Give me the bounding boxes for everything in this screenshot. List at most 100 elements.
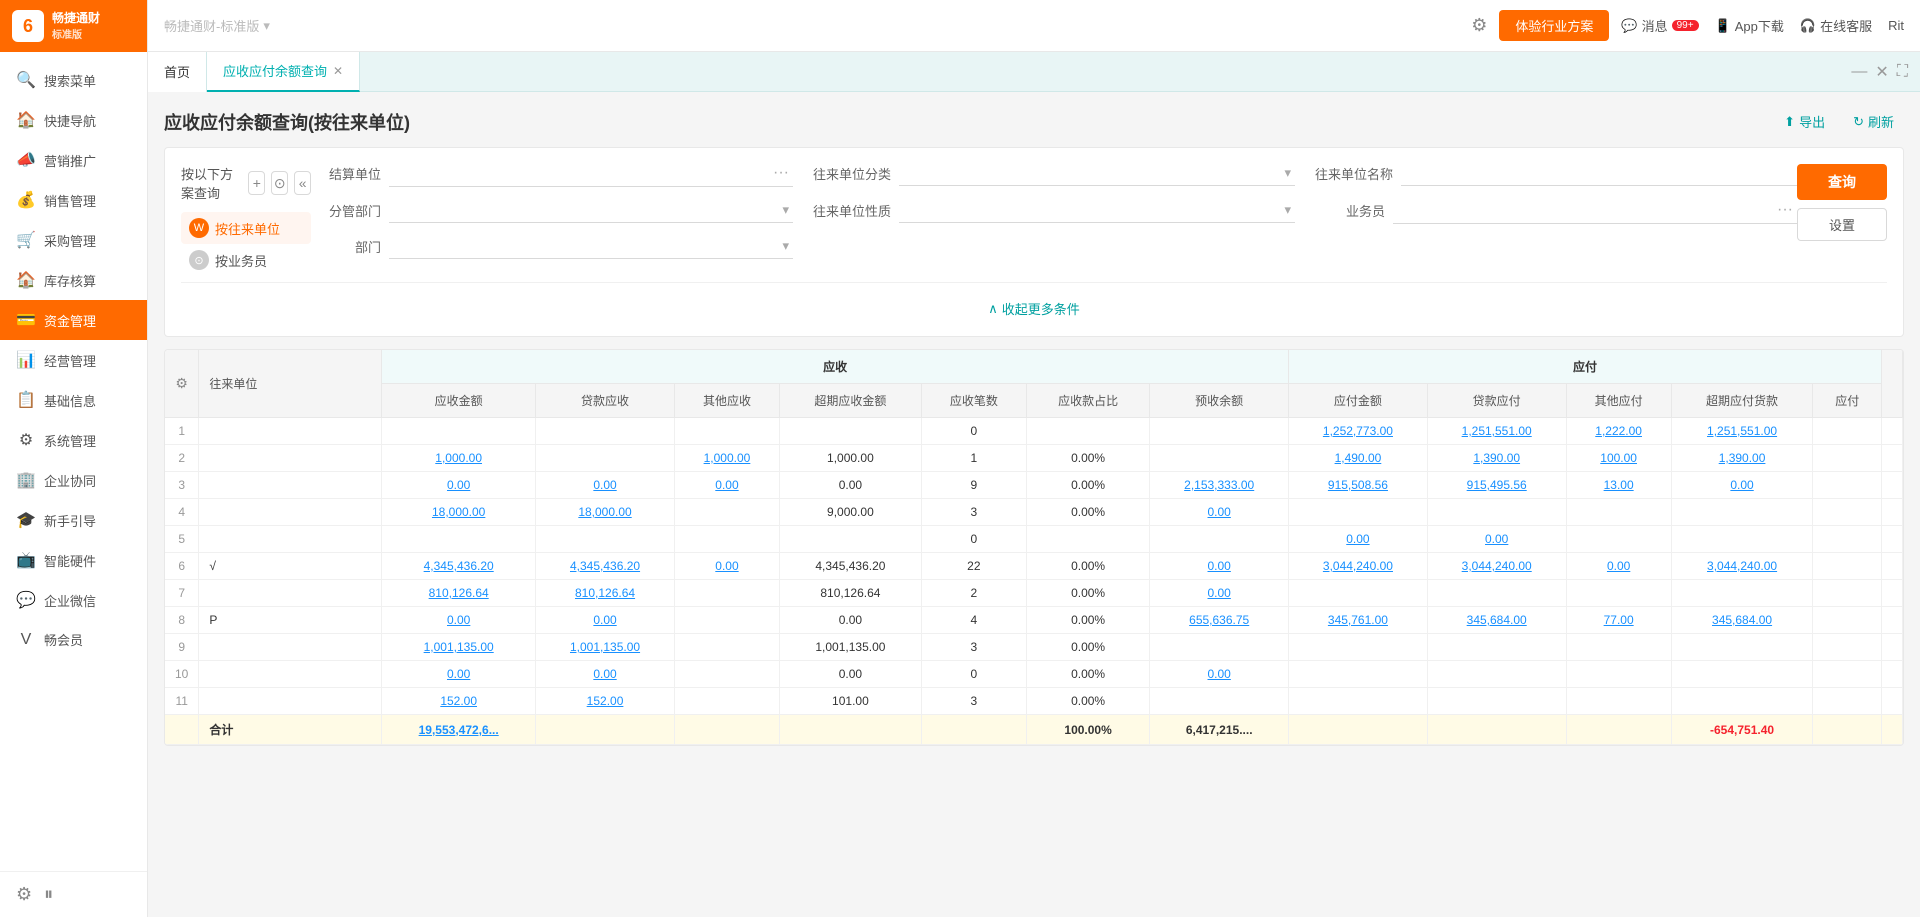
ar-amount-cell[interactable]: [382, 418, 536, 445]
ar-other-cell[interactable]: [674, 607, 779, 634]
ap-other-cell[interactable]: [1566, 661, 1671, 688]
ar-other-cell[interactable]: [674, 634, 779, 661]
ap-other-cell[interactable]: 0.00: [1566, 553, 1671, 580]
sidebar-item-sys-mgmt[interactable]: ⚙ 系统管理: [0, 420, 147, 460]
ap-amount-cell[interactable]: [1289, 661, 1428, 688]
ar-amount-cell[interactable]: 0.00: [382, 661, 536, 688]
ar-prepay-cell[interactable]: [1150, 418, 1289, 445]
sidebar-item-quick-nav[interactable]: 🏠 快捷导航: [0, 100, 147, 140]
sidebar-settings-icon[interactable]: ⚙: [16, 884, 32, 905]
sidebar-item-search[interactable]: 🔍 搜索菜单: [0, 60, 147, 100]
ap-amount-cell[interactable]: [1289, 499, 1428, 526]
table-settings-icon[interactable]: ⚙: [175, 375, 188, 391]
partner-category-select[interactable]: ▾: [899, 161, 1295, 186]
sidebar-item-beginner[interactable]: 🎓 新手引导: [0, 500, 147, 540]
sidebar-item-operation[interactable]: 📊 经营管理: [0, 340, 147, 380]
sidebar-item-smart-hw[interactable]: 📺 智能硬件: [0, 540, 147, 580]
ap-loan-cell[interactable]: [1427, 688, 1566, 715]
ar-other-cell[interactable]: [674, 418, 779, 445]
salesperson-dots-icon[interactable]: ···: [1777, 201, 1793, 219]
ar-other-cell[interactable]: 1,000.00: [674, 445, 779, 472]
ar-prepay-cell[interactable]: 0.00: [1150, 499, 1289, 526]
ap-loan-cell[interactable]: 345,684.00: [1427, 607, 1566, 634]
ap-loan-cell[interactable]: [1427, 580, 1566, 607]
ap-other-cell[interactable]: [1566, 688, 1671, 715]
ar-loan-cell[interactable]: 4,345,436.20: [536, 553, 675, 580]
partner-nature-select[interactable]: ▾: [899, 198, 1295, 223]
settlement-unit-input[interactable]: ···: [389, 160, 793, 187]
query-option-by-unit[interactable]: W 按往来单位: [181, 212, 311, 244]
ar-other-cell[interactable]: [674, 688, 779, 715]
ar-loan-cell[interactable]: 810,126.64: [536, 580, 675, 607]
ap-other-cell[interactable]: 77.00: [1566, 607, 1671, 634]
branch-dept-select[interactable]: ▾: [389, 198, 793, 223]
sidebar-item-marketing[interactable]: 📣 营销推广: [0, 140, 147, 180]
ar-other-cell[interactable]: 0.00: [674, 553, 779, 580]
sidebar-item-corp-collab[interactable]: 🏢 企业协同: [0, 460, 147, 500]
topbar-gear-icon[interactable]: ⚙: [1471, 15, 1487, 36]
ar-amount-cell[interactable]: 152.00: [382, 688, 536, 715]
ar-amount-cell[interactable]: 4,345,436.20: [382, 553, 536, 580]
ap-other-cell[interactable]: [1566, 526, 1671, 553]
ar-amount-cell[interactable]: 1,000.00: [382, 445, 536, 472]
sidebar-item-basic-info[interactable]: 📋 基础信息: [0, 380, 147, 420]
ap-overdue-cell[interactable]: [1671, 580, 1813, 607]
user-info[interactable]: Rit: [1888, 18, 1904, 33]
ap-overdue-cell[interactable]: 0.00: [1671, 472, 1813, 499]
ar-amount-cell[interactable]: [382, 526, 536, 553]
ar-other-cell[interactable]: [674, 499, 779, 526]
ar-prepay-cell[interactable]: 0.00: [1150, 553, 1289, 580]
ar-prepay-cell[interactable]: 655,636.75: [1150, 607, 1289, 634]
ar-loan-cell[interactable]: 18,000.00: [536, 499, 675, 526]
ar-amount-cell[interactable]: 0.00: [382, 607, 536, 634]
ap-overdue-cell[interactable]: [1671, 634, 1813, 661]
ap-amount-cell[interactable]: [1289, 634, 1428, 661]
ar-amount-cell[interactable]: 0.00: [382, 472, 536, 499]
ar-loan-cell[interactable]: 0.00: [536, 472, 675, 499]
ap-amount-cell[interactable]: 345,761.00: [1289, 607, 1428, 634]
ar-loan-cell[interactable]: 1,001,135.00: [536, 634, 675, 661]
window-expand-icon[interactable]: ⛶: [1897, 63, 1908, 81]
ap-loan-cell[interactable]: 1,251,551.00: [1427, 418, 1566, 445]
collapse-filter-btn[interactable]: «: [294, 171, 311, 195]
ar-prepay-cell[interactable]: [1150, 688, 1289, 715]
export-btn[interactable]: ⬆ 导出: [1774, 108, 1835, 135]
query-btn[interactable]: 查询: [1797, 164, 1887, 200]
collapse-more-btn[interactable]: ∧ 收起更多条件: [181, 293, 1887, 324]
ap-amount-cell[interactable]: [1289, 580, 1428, 607]
ap-amount-cell[interactable]: 1,490.00: [1289, 445, 1428, 472]
settlement-unit-dots-icon[interactable]: ···: [773, 164, 789, 182]
ar-other-cell[interactable]: [674, 580, 779, 607]
sidebar-collapse-icon[interactable]: ⏸: [44, 884, 53, 905]
ap-other-cell[interactable]: [1566, 580, 1671, 607]
app-download-action[interactable]: 📱 App下载: [1715, 16, 1784, 35]
footer-ar-amount[interactable]: 19,553,472,6...: [382, 715, 536, 745]
ap-loan-cell[interactable]: 3,044,240.00: [1427, 553, 1566, 580]
ap-overdue-cell[interactable]: [1671, 661, 1813, 688]
partner-name-input[interactable]: [1401, 162, 1797, 186]
ar-loan-cell[interactable]: [536, 526, 675, 553]
ap-overdue-cell[interactable]: 1,251,551.00: [1671, 418, 1813, 445]
ap-overdue-cell[interactable]: 1,390.00: [1671, 445, 1813, 472]
ap-loan-cell[interactable]: [1427, 634, 1566, 661]
ar-prepay-cell[interactable]: [1150, 526, 1289, 553]
message-action[interactable]: 💬 消息 99+: [1621, 16, 1698, 35]
ar-amount-cell[interactable]: 18,000.00: [382, 499, 536, 526]
ap-other-cell[interactable]: [1566, 634, 1671, 661]
online-service-action[interactable]: 🎧 在线客服: [1800, 16, 1872, 35]
sidebar-item-purchase[interactable]: 🛒 采购管理: [0, 220, 147, 260]
sidebar-item-capital[interactable]: 💳 资金管理: [0, 300, 147, 340]
ap-other-cell[interactable]: 13.00: [1566, 472, 1671, 499]
sidebar-item-member[interactable]: V 畅会员: [0, 620, 147, 659]
ar-amount-cell[interactable]: 810,126.64: [382, 580, 536, 607]
ar-other-cell[interactable]: [674, 661, 779, 688]
ap-amount-cell[interactable]: 1,252,773.00: [1289, 418, 1428, 445]
ar-loan-cell[interactable]: 0.00: [536, 661, 675, 688]
ap-overdue-cell[interactable]: 3,044,240.00: [1671, 553, 1813, 580]
ap-loan-cell[interactable]: [1427, 499, 1566, 526]
ap-loan-cell[interactable]: 915,495.56: [1427, 472, 1566, 499]
ar-loan-cell[interactable]: 152.00: [536, 688, 675, 715]
settings-btn[interactable]: 设置: [1797, 208, 1887, 241]
ar-amount-cell[interactable]: 1,001,135.00: [382, 634, 536, 661]
ap-loan-cell[interactable]: 0.00: [1427, 526, 1566, 553]
